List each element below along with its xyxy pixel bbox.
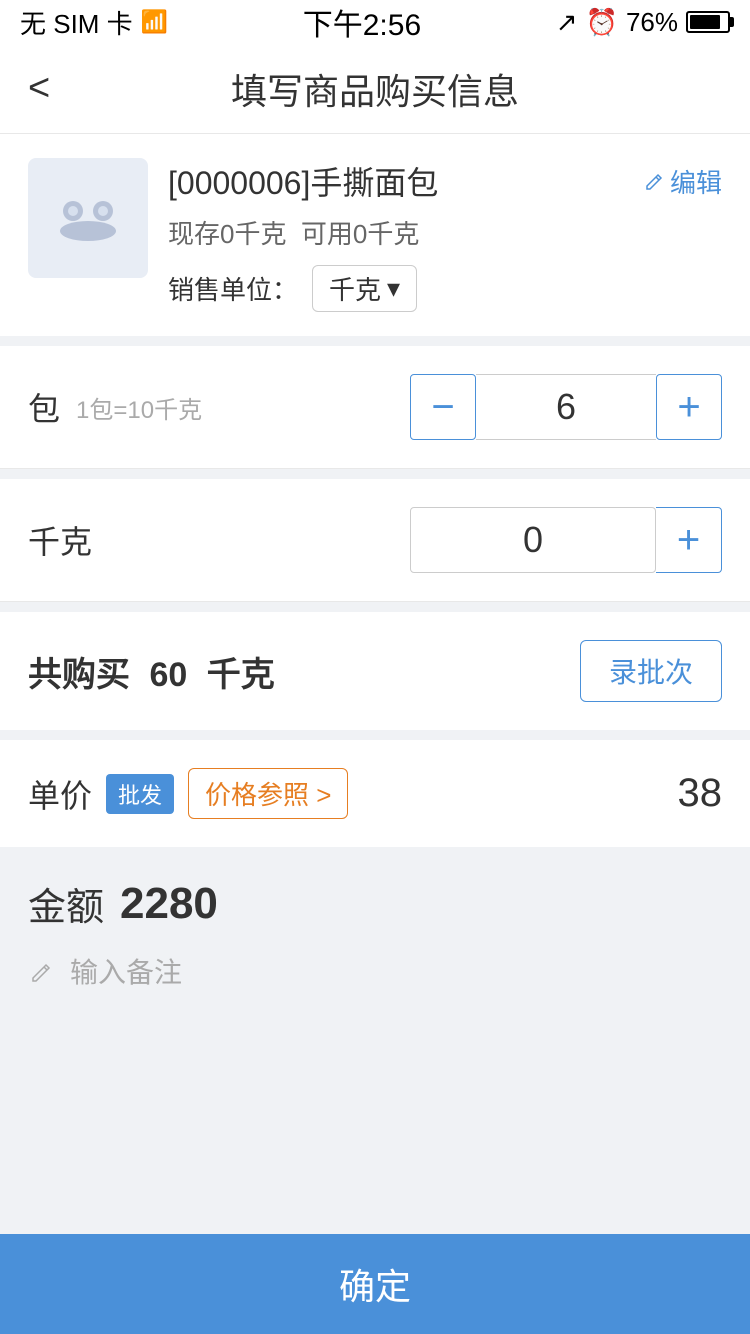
- kg-input-section: 千克 +: [0, 479, 750, 602]
- dropdown-icon: ▾: [387, 273, 400, 304]
- product-thumbnail: [28, 158, 148, 278]
- price-label: 单价: [28, 771, 92, 817]
- battery-text: 76%: [626, 7, 678, 38]
- amount-value: 2280: [120, 879, 218, 929]
- amount-row: 金额 2280: [28, 876, 722, 931]
- amount-label: 金额: [28, 876, 104, 931]
- kg-plus-button[interactable]: +: [656, 507, 722, 573]
- pack-sub-label: 1包=10千克: [76, 390, 202, 425]
- pack-label: 包 1包=10千克: [28, 384, 202, 430]
- confirm-button: 确定: [339, 1258, 411, 1310]
- kg-quantity-control: +: [410, 507, 722, 573]
- section-divider-2: [0, 602, 750, 612]
- back-button[interactable]: <: [28, 67, 50, 110]
- product-name-row: [0000006]手撕面包 编辑: [168, 158, 722, 204]
- total-section: 共购买 60 千克 录批次: [0, 612, 750, 740]
- product-stock: 现存0千克 可用0千克: [168, 214, 722, 251]
- carrier-text: 无 SIM 卡: [20, 4, 133, 41]
- price-left: 单价 批发 价格参照 >: [28, 768, 348, 819]
- edit-button[interactable]: 编辑: [644, 163, 722, 200]
- kg-label: 千克: [28, 517, 92, 563]
- pack-quantity-control: − +: [410, 374, 722, 440]
- battery-icon: [686, 11, 730, 33]
- status-left: 无 SIM 卡 📶: [20, 4, 168, 41]
- page-title: 填写商品购买信息: [231, 63, 519, 115]
- confirm-bar[interactable]: 确定: [0, 1234, 750, 1334]
- pack-plus-button[interactable]: +: [656, 374, 722, 440]
- product-info: [0000006]手撕面包 编辑 现存0千克 可用0千克 销售单位： 千克 ▾: [168, 158, 722, 312]
- kg-quantity-input[interactable]: [410, 507, 656, 573]
- section-divider-1: [0, 469, 750, 479]
- pack-input-section: 包 1包=10千克 − +: [0, 346, 750, 469]
- price-value: 38: [678, 771, 723, 816]
- alarm-icon: ⏰: [586, 7, 618, 38]
- unit-value: 千克: [329, 270, 381, 307]
- record-batch-button[interactable]: 录批次: [580, 640, 722, 702]
- pack-minus-button[interactable]: −: [410, 374, 476, 440]
- amount-section: 金额 2280 输入备注: [0, 848, 750, 1011]
- wifi-icon: 📶: [141, 9, 168, 35]
- time-display: 下午2:56: [303, 0, 421, 44]
- status-bar: 无 SIM 卡 📶 下午2:56 ↗ ⏰ 76%: [0, 0, 750, 44]
- product-name: [0000006]手撕面包: [168, 158, 438, 204]
- price-reference-button[interactable]: 价格参照 >: [188, 768, 348, 819]
- product-section: [0000006]手撕面包 编辑 现存0千克 可用0千克 销售单位： 千克 ▾: [0, 134, 750, 346]
- status-right: ↗ ⏰ 76%: [556, 7, 730, 38]
- nav-bar: < 填写商品购买信息: [0, 44, 750, 134]
- edit-label: 编辑: [670, 163, 722, 200]
- note-row[interactable]: 输入备注: [28, 951, 722, 991]
- price-section: 单价 批发 价格参照 > 38: [0, 740, 750, 848]
- pack-quantity-input[interactable]: [476, 374, 656, 440]
- unit-select[interactable]: 千克 ▾: [312, 265, 417, 312]
- total-text: 共购买 60 千克: [28, 647, 275, 696]
- price-type-tag: 批发: [106, 774, 174, 814]
- unit-label: 销售单位：: [168, 270, 298, 307]
- product-unit-row: 销售单位： 千克 ▾: [168, 265, 722, 312]
- note-placeholder: 输入备注: [70, 951, 182, 991]
- total-amount: 60: [149, 656, 187, 694]
- pencil-icon: [28, 956, 58, 986]
- location-icon: ↗: [556, 7, 578, 38]
